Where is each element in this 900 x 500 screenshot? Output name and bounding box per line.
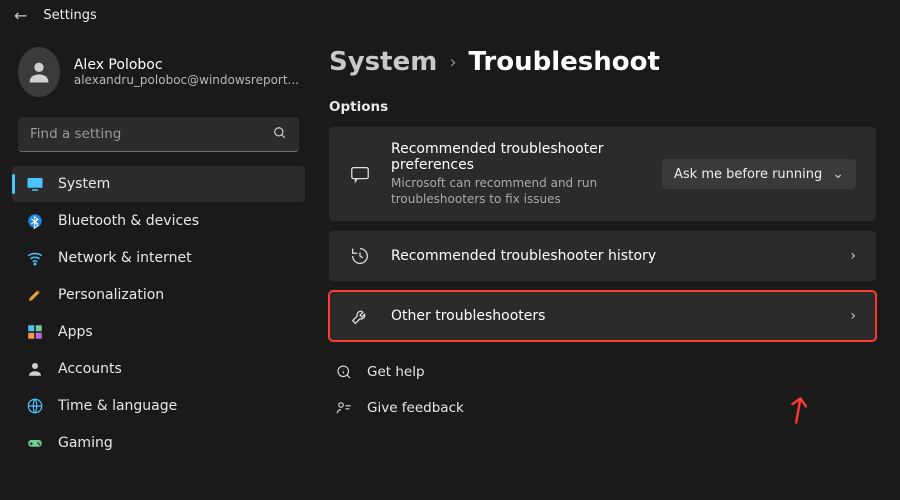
wrench-icon <box>349 305 371 327</box>
link-label: Get help <box>367 364 425 380</box>
person-icon <box>26 360 44 378</box>
sidebar-item-time-language[interactable]: Time & language <box>12 388 305 424</box>
chevron-right-icon: › <box>449 52 456 73</box>
sidebar-item-network[interactable]: Network & internet <box>12 240 305 276</box>
sidebar-item-apps[interactable]: Apps <box>12 314 305 350</box>
breadcrumb: System › Troubleshoot <box>329 47 876 77</box>
chat-icon <box>349 163 371 185</box>
card-recommended-preferences[interactable]: Recommended troubleshooter preferences M… <box>329 127 876 221</box>
display-icon <box>26 175 44 193</box>
sidebar-item-gaming[interactable]: Gaming <box>12 425 305 461</box>
card-title: Recommended troubleshooter preferences <box>391 141 642 173</box>
gamepad-icon <box>26 434 44 452</box>
user-name: Alex Poloboc <box>74 57 299 73</box>
sidebar-item-personalization[interactable]: Personalization <box>12 277 305 313</box>
sidebar-item-label: Time & language <box>58 398 177 414</box>
bluetooth-icon <box>26 212 44 230</box>
sidebar-item-accounts[interactable]: Accounts <box>12 351 305 387</box>
chevron-right-icon: › <box>850 308 856 324</box>
sidebar-item-label: Gaming <box>58 435 113 451</box>
breadcrumb-parent[interactable]: System <box>329 47 437 77</box>
breadcrumb-current: Troubleshoot <box>469 47 660 77</box>
card-troubleshooter-history[interactable]: Recommended troubleshooter history › <box>329 231 876 281</box>
search-icon <box>273 126 287 144</box>
link-label: Give feedback <box>367 400 464 416</box>
card-title: Other troubleshooters <box>391 308 830 324</box>
search-input[interactable] <box>18 117 299 152</box>
avatar <box>18 47 60 97</box>
sidebar-item-label: Bluetooth & devices <box>58 213 199 229</box>
sidebar-item-label: System <box>58 176 110 192</box>
chevron-down-icon: ⌄ <box>832 166 844 182</box>
link-get-help[interactable]: Get help <box>329 359 876 385</box>
section-label: Options <box>329 99 876 115</box>
sidebar-item-label: Personalization <box>58 287 164 303</box>
nav-list: System Bluetooth & devices Network & int… <box>12 166 305 461</box>
paintbrush-icon <box>26 286 44 304</box>
wifi-icon <box>26 249 44 267</box>
preference-dropdown[interactable]: Ask me before running ⌄ <box>662 159 856 189</box>
sidebar-item-label: Network & internet <box>58 250 192 266</box>
user-account-row[interactable]: Alex Poloboc alexandru_poloboc@windowsre… <box>12 41 305 111</box>
link-give-feedback[interactable]: Give feedback <box>329 395 876 421</box>
sidebar-item-bluetooth[interactable]: Bluetooth & devices <box>12 203 305 239</box>
user-email: alexandru_poloboc@windowsreport... <box>74 73 299 87</box>
sidebar-item-label: Accounts <box>58 361 122 377</box>
card-title: Recommended troubleshooter history <box>391 248 830 264</box>
sidebar-item-system[interactable]: System <box>12 166 305 202</box>
globe-clock-icon <box>26 397 44 415</box>
card-subtitle: Microsoft can recommend and run troubles… <box>391 175 642 207</box>
dropdown-value: Ask me before running <box>674 167 822 182</box>
sidebar-item-label: Apps <box>58 324 93 340</box>
card-other-troubleshooters[interactable]: Other troubleshooters › <box>329 291 876 341</box>
apps-icon <box>26 323 44 341</box>
history-icon <box>349 245 371 267</box>
app-title: Settings <box>43 8 96 23</box>
chevron-right-icon: › <box>850 248 856 264</box>
back-button[interactable]: ← <box>14 6 27 25</box>
sidebar: Alex Poloboc alexandru_poloboc@windowsre… <box>0 27 315 500</box>
